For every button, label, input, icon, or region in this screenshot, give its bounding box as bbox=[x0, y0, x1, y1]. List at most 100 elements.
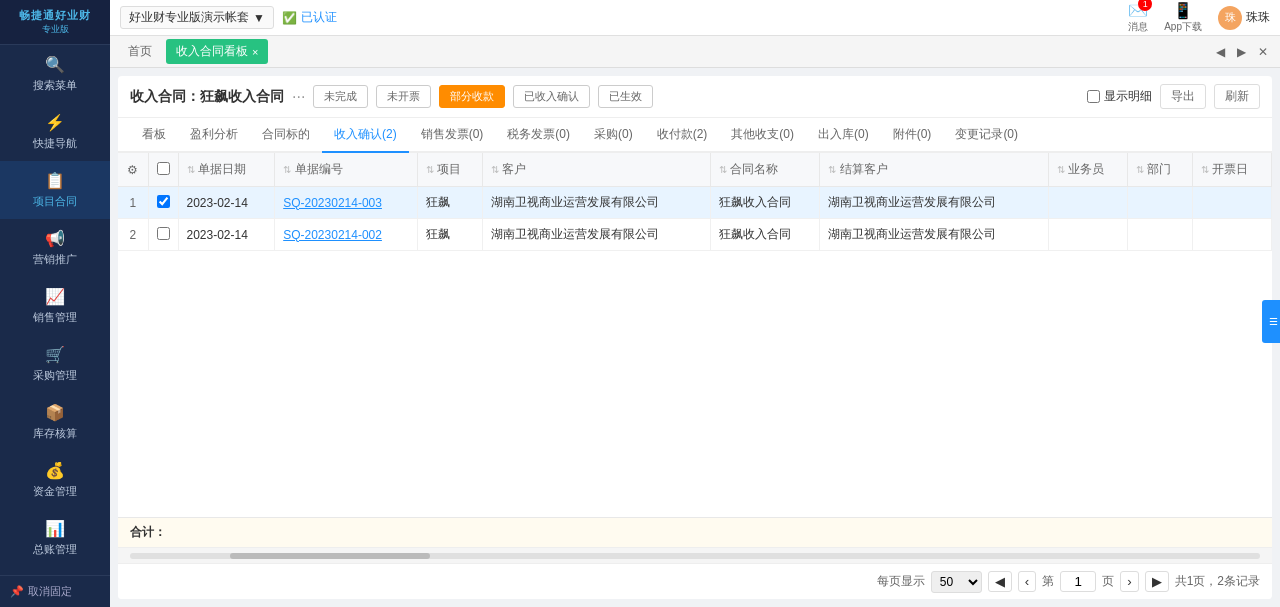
doc-link[interactable]: SQ-20230214-002 bbox=[283, 228, 382, 242]
contract-header: 收入合同：狂飙收入合同 ··· 未完成 未开票 部分收款 已收入确认 已生效 显… bbox=[118, 76, 1272, 118]
refresh-button[interactable]: 刷新 bbox=[1214, 84, 1260, 109]
sidebar-item-funds[interactable]: 💰 资金管理 bbox=[0, 451, 110, 509]
sidebar-item-ledger[interactable]: 📊 总账管理 bbox=[0, 509, 110, 567]
tab-prev-button[interactable]: ◀ bbox=[1212, 43, 1229, 61]
row-docno[interactable]: SQ-20230214-002 bbox=[275, 219, 418, 251]
user-avatar[interactable]: 珠 珠珠 bbox=[1218, 6, 1270, 30]
logo-sub: 专业版 bbox=[42, 23, 69, 36]
col-date-label: 单据日期 bbox=[198, 162, 246, 176]
status-partial-btn[interactable]: 部分收款 bbox=[439, 85, 505, 108]
col-docno-label: 单据编号 bbox=[295, 162, 343, 176]
show-detail-toggle[interactable]: 显示明细 bbox=[1087, 88, 1152, 105]
tab-payment[interactable]: 收付款(2) bbox=[645, 118, 720, 153]
sidebar-item-projects[interactable]: 📋 项目合同 bbox=[0, 161, 110, 219]
sidebar-item-invoice[interactable]: 🧾 发票管理 bbox=[0, 567, 110, 575]
phone-icon: 📱 bbox=[1173, 1, 1193, 20]
row-checkbox[interactable] bbox=[157, 195, 170, 208]
tab-other-income[interactable]: 其他收支(0) bbox=[719, 118, 806, 153]
table-container: ⚙ ⇅ 单据日期 ⇅ 单据编号 ⇅ 项目 ⇅ 客户 ⇅ 合同名称 ⇅ bbox=[118, 153, 1272, 517]
col-dept-header[interactable]: ⇅ 部门 bbox=[1128, 153, 1193, 187]
tab-home[interactable]: 首页 bbox=[118, 39, 162, 64]
col-date-header[interactable]: ⇅ 单据日期 bbox=[178, 153, 275, 187]
sort-icon: ⇅ bbox=[719, 164, 727, 175]
col-dept-label: 部门 bbox=[1147, 162, 1171, 176]
scrollbar-track bbox=[130, 553, 1260, 559]
tab-board[interactable]: 看板 bbox=[130, 118, 178, 153]
row-checkbox[interactable] bbox=[157, 227, 170, 240]
tab-subject[interactable]: 合同标的 bbox=[250, 118, 322, 153]
row-settle-customer: 湖南卫视商业运营发展有限公司 bbox=[820, 187, 1048, 219]
sidebar-item-purchase[interactable]: 🛒 采购管理 bbox=[0, 335, 110, 393]
sidebar-item-marketing[interactable]: 📢 营销推广 bbox=[0, 219, 110, 277]
col-salesperson-header[interactable]: ⇅ 业务员 bbox=[1048, 153, 1127, 187]
select-all-checkbox[interactable] bbox=[157, 162, 170, 175]
sidebar-item-label: 销售管理 bbox=[33, 310, 77, 325]
company-selector[interactable]: 好业财专业版演示帐套 ▼ bbox=[120, 6, 274, 29]
prev-page-button[interactable]: ‹ bbox=[1018, 571, 1036, 592]
horizontal-scrollbar[interactable] bbox=[118, 547, 1272, 563]
per-page-label: 每页显示 bbox=[877, 573, 925, 590]
tab-purchase[interactable]: 采购(0) bbox=[582, 118, 645, 153]
lightning-icon: ⚡ bbox=[45, 113, 65, 132]
tab-attachment[interactable]: 附件(0) bbox=[881, 118, 944, 153]
sidebar-item-sales[interactable]: 📈 销售管理 bbox=[0, 277, 110, 335]
tab-warehouse[interactable]: 出入库(0) bbox=[806, 118, 881, 153]
col-contract-header[interactable]: ⇅ 合同名称 bbox=[710, 153, 820, 187]
per-page-select[interactable]: 50 20 100 bbox=[931, 571, 982, 593]
page-prefix: 第 bbox=[1042, 573, 1054, 590]
col-settle-header[interactable]: ⇅ 结算客户 bbox=[820, 153, 1048, 187]
col-checkbox-header[interactable] bbox=[148, 153, 178, 187]
sort-icon: ⇅ bbox=[828, 164, 836, 175]
right-panel-toggle[interactable]: ☰ bbox=[1262, 300, 1280, 343]
sidebar-item-label: 营销推广 bbox=[33, 252, 77, 267]
sidebar: 畅捷通好业财 专业版 🔍 搜索菜单 ⚡ 快捷导航 📋 项目合同 📢 营销推广 📈 bbox=[0, 0, 110, 607]
tab-close-all-button[interactable]: ✕ bbox=[1254, 43, 1272, 61]
sidebar-item-inventory[interactable]: 📦 库存核算 bbox=[0, 393, 110, 451]
row-docno[interactable]: SQ-20230214-003 bbox=[275, 187, 418, 219]
status-no-invoice-btn[interactable]: 未开票 bbox=[376, 85, 431, 108]
status-effective-btn[interactable]: 已生效 bbox=[598, 85, 653, 108]
table-footer: 合计： bbox=[118, 517, 1272, 547]
scrollbar-thumb[interactable] bbox=[230, 553, 430, 559]
message-button[interactable]: ✉️ 1 消息 bbox=[1128, 1, 1148, 34]
col-project-header[interactable]: ⇅ 项目 bbox=[417, 153, 482, 187]
tab-tax-invoice[interactable]: 税务发票(0) bbox=[495, 118, 582, 153]
more-options-button[interactable]: ··· bbox=[292, 88, 305, 106]
sidebar-item-label: 搜索菜单 bbox=[33, 78, 77, 93]
sidebar-item-search[interactable]: 🔍 搜索菜单 bbox=[0, 45, 110, 103]
col-invoice-date-header[interactable]: ⇅ 开票日 bbox=[1192, 153, 1271, 187]
header-right: 显示明细 导出 刷新 bbox=[1087, 84, 1260, 109]
tab-profit[interactable]: 盈利分析 bbox=[178, 118, 250, 153]
export-button[interactable]: 导出 bbox=[1160, 84, 1206, 109]
chart-up-icon: 📈 bbox=[45, 287, 65, 306]
row-checkbox-cell[interactable] bbox=[148, 187, 178, 219]
page-number-input[interactable] bbox=[1060, 571, 1096, 592]
status-incomplete-btn[interactable]: 未完成 bbox=[313, 85, 368, 108]
avatar: 珠 bbox=[1218, 6, 1242, 30]
tab-change-record[interactable]: 变更记录(0) bbox=[943, 118, 1030, 153]
status-confirmed-btn[interactable]: 已收入确认 bbox=[513, 85, 590, 108]
col-settings-header[interactable]: ⚙ bbox=[118, 153, 148, 187]
tab-revenue-confirm[interactable]: 收入确认(2) bbox=[322, 118, 409, 153]
show-detail-checkbox[interactable] bbox=[1087, 90, 1100, 103]
contract-title-name: 狂飙收入合同 bbox=[200, 88, 284, 104]
col-project-label: 项目 bbox=[437, 162, 461, 176]
tab-next-button[interactable]: ▶ bbox=[1233, 43, 1250, 61]
tab-contract-board[interactable]: 收入合同看板 × bbox=[166, 39, 268, 64]
tab-sales-invoice[interactable]: 销售发票(0) bbox=[409, 118, 496, 153]
sidebar-item-quicknav[interactable]: ⚡ 快捷导航 bbox=[0, 103, 110, 161]
tab-close-icon[interactable]: × bbox=[252, 46, 258, 58]
first-page-button[interactable]: ◀ bbox=[988, 571, 1012, 592]
row-checkbox-cell[interactable] bbox=[148, 219, 178, 251]
sidebar-bottom-pin[interactable]: 📌 取消固定 bbox=[0, 575, 110, 607]
doc-link[interactable]: SQ-20230214-003 bbox=[283, 196, 382, 210]
app-download-button[interactable]: 📱 App下载 bbox=[1164, 1, 1202, 34]
col-customer-header[interactable]: ⇅ 客户 bbox=[482, 153, 710, 187]
user-name: 珠珠 bbox=[1246, 9, 1270, 26]
last-page-button[interactable]: ▶ bbox=[1145, 571, 1169, 592]
message-label: 消息 bbox=[1128, 20, 1148, 34]
sub-tabs: 看板 盈利分析 合同标的 收入确认(2) 销售发票(0) 税务发票(0) 采购(… bbox=[118, 118, 1272, 153]
col-docno-header[interactable]: ⇅ 单据编号 bbox=[275, 153, 418, 187]
next-page-button[interactable]: › bbox=[1120, 571, 1138, 592]
total-label: 合计： bbox=[130, 524, 166, 541]
